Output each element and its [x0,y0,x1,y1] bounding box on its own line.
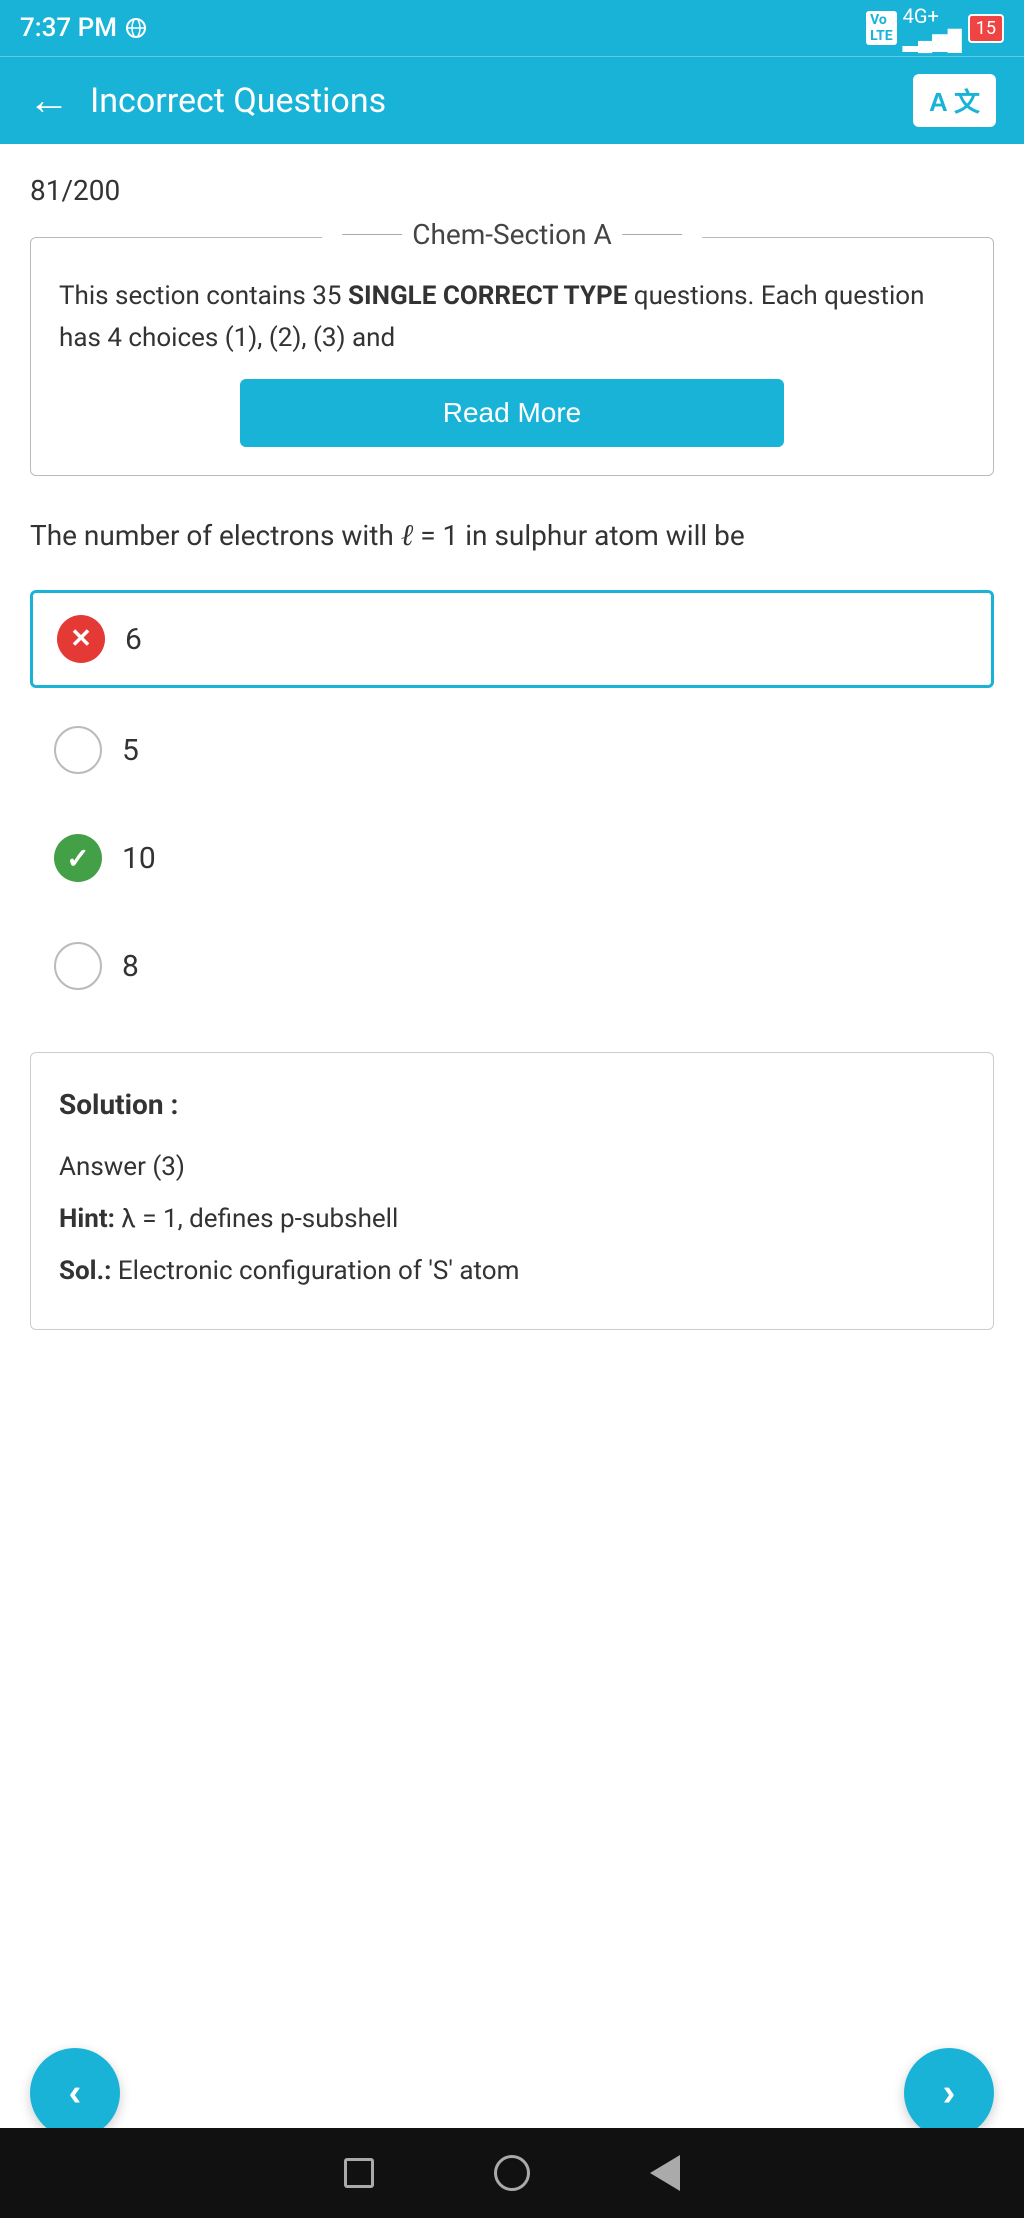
square-icon [344,2158,374,2188]
status-time-area: 7:37 PM [20,13,147,43]
translate-button[interactable]: A 文 [913,74,996,127]
main-content: 81/200 Chem-Section A This section conta… [0,144,1024,2218]
header-bar: ← Incorrect Questions A 文 [0,56,1024,144]
option-value: 5 [122,733,139,768]
question-text: The number of electrons with ℓ = 1 in su… [30,512,994,560]
option-value: 10 [122,841,156,876]
header-title: Incorrect Questions [90,81,386,121]
signal-strength: 4G+▂▄▆█ [903,4,962,53]
option-item[interactable]: 10 [30,812,994,904]
solution-sol: Sol.: Electronic configuration of 'S' at… [59,1249,965,1293]
ell-symbol: ℓ [401,519,414,552]
solution-answer: Answer (3) [59,1145,965,1189]
vpn-icon [125,17,147,39]
home-button[interactable] [494,2155,530,2191]
option-item[interactable]: 5 [30,704,994,796]
section-title-line-right [622,234,682,236]
option-value: 6 [125,622,142,657]
status-icons: VoLTE 4G+▂▄▆█ 15 [866,4,1004,53]
status-bar: 7:37 PM VoLTE 4G+▂▄▆█ 15 [0,0,1024,56]
options-list: 6 5 10 8 [30,590,994,1012]
solution-title: Solution : [59,1081,965,1129]
android-nav-bar [0,2128,1024,2218]
radio-icon [54,942,102,990]
recent-apps-button[interactable] [344,2158,374,2188]
back-nav-button[interactable] [650,2155,680,2191]
battery-indicator: 15 [968,14,1004,43]
correct-icon [54,834,102,882]
next-button[interactable]: › [904,2048,994,2138]
header-left: ← Incorrect Questions [28,80,386,122]
radio-icon [54,726,102,774]
solution-card: Solution : Answer (3) Hint: λ = 1, defin… [30,1052,994,1330]
circle-icon [494,2155,530,2191]
next-arrow: › [943,2074,956,2112]
option-item[interactable]: 8 [30,920,994,1012]
status-time: 7:37 PM [20,13,117,43]
read-more-button[interactable]: Read More [240,379,784,447]
section-title-line-left [342,234,402,236]
back-button[interactable]: ← [28,80,70,122]
wrong-icon [57,615,105,663]
triangle-icon [650,2155,680,2191]
option-value: 8 [122,949,139,984]
section-title: Chem-Section A [412,218,612,251]
option-item[interactable]: 6 [30,590,994,688]
prev-button[interactable]: ‹ [30,2048,120,2138]
section-title-wrapper: Chem-Section A [322,218,702,251]
volte-badge: VoLTE [866,11,897,45]
solution-hint: Hint: λ = 1, defines p-subshell [59,1197,965,1241]
question-counter: 81/200 [30,174,994,207]
section-card: Chem-Section A This section contains 35 … [30,237,994,476]
section-description: This section contains 35 SINGLE CORRECT … [59,276,965,359]
prev-arrow: ‹ [69,2074,82,2112]
